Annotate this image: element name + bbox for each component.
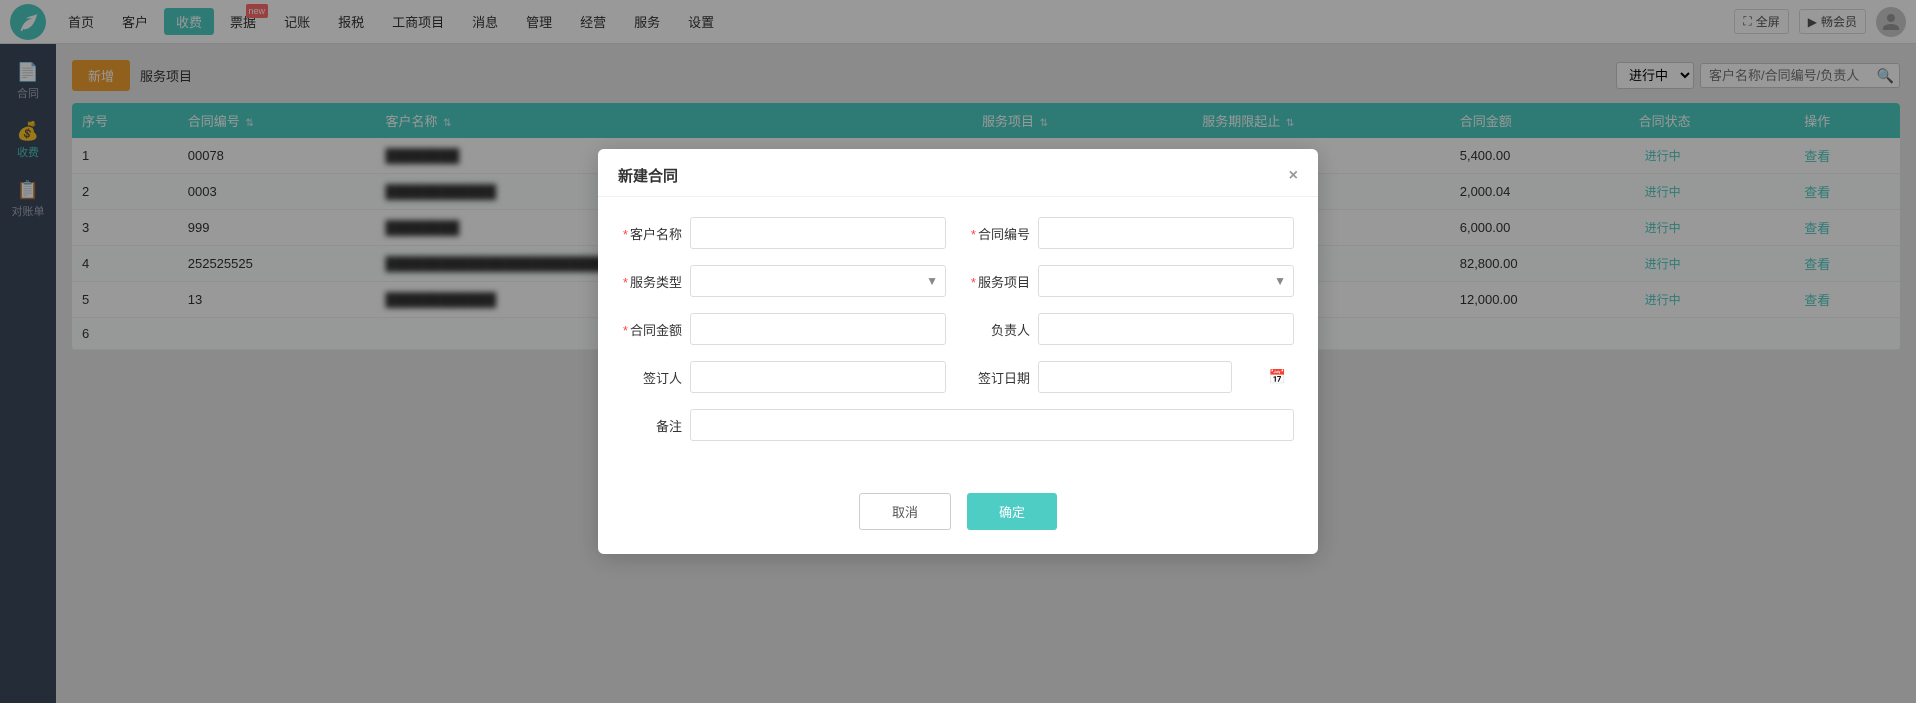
dialog-footer: 取消 确定	[598, 477, 1318, 554]
responsible-label: 负责人	[970, 320, 1030, 339]
amount-input[interactable]: 0.00	[690, 313, 946, 345]
form-row-1: *客户名称 *合同编号	[622, 217, 1294, 249]
required-star-3: *	[623, 275, 628, 290]
dialog-title: 新建合同	[618, 165, 678, 186]
confirm-button[interactable]: 确定	[967, 493, 1057, 530]
responsible-input[interactable]	[1038, 313, 1294, 345]
customer-name-label: *客户名称	[622, 224, 682, 243]
form-group-signer: 签订人	[622, 361, 946, 393]
calendar-icon[interactable]: 📅	[1269, 369, 1286, 386]
signer-label: 签订人	[622, 368, 682, 387]
signer-input[interactable]	[690, 361, 946, 393]
contract-no-input[interactable]	[1038, 217, 1294, 249]
amount-label: *合同金额	[622, 320, 682, 339]
modal-overlay[interactable]: 新建合同 × *客户名称 *合同编号	[0, 0, 1916, 703]
form-group-service-item: *服务项目 ▼	[970, 265, 1294, 297]
required-star-5: *	[623, 323, 628, 338]
notes-input[interactable]	[690, 409, 1294, 441]
new-contract-dialog: 新建合同 × *客户名称 *合同编号	[598, 149, 1318, 554]
contract-no-label: *合同编号	[970, 224, 1030, 243]
customer-name-input[interactable]	[690, 217, 946, 249]
service-item-select[interactable]	[1038, 265, 1294, 297]
form-row-4: 签订人 签订日期 2023-06-06 📅	[622, 361, 1294, 393]
form-row-5: 备注	[622, 409, 1294, 441]
dialog-close-button[interactable]: ×	[1289, 168, 1298, 184]
sign-date-label: 签订日期	[970, 368, 1030, 387]
service-item-label: *服务项目	[970, 272, 1030, 291]
service-item-select-wrap: ▼	[1038, 265, 1294, 297]
required-star-4: *	[971, 275, 976, 290]
form-row-2: *服务类型 ▼ *服务项目 ▼	[622, 265, 1294, 297]
dialog-body: *客户名称 *合同编号 *服务类型	[598, 197, 1318, 477]
required-star: *	[623, 227, 628, 242]
notes-label: 备注	[622, 416, 682, 435]
sign-date-input[interactable]: 2023-06-06	[1038, 361, 1232, 393]
cancel-button[interactable]: 取消	[859, 493, 951, 530]
form-group-notes: 备注	[622, 409, 1294, 441]
dialog-header: 新建合同 ×	[598, 149, 1318, 197]
form-group-amount: *合同金额 0.00	[622, 313, 946, 345]
form-group-sign-date: 签订日期 2023-06-06 📅	[970, 361, 1294, 393]
form-group-customer-name: *客户名称	[622, 217, 946, 249]
required-star-2: *	[971, 227, 976, 242]
sign-date-wrap: 2023-06-06 📅	[1038, 361, 1294, 393]
service-type-label: *服务类型	[622, 272, 682, 291]
form-group-contract-no: *合同编号	[970, 217, 1294, 249]
form-group-service-type: *服务类型 ▼	[622, 265, 946, 297]
service-type-select-wrap: ▼	[690, 265, 946, 297]
form-group-responsible: 负责人	[970, 313, 1294, 345]
form-row-3: *合同金额 0.00 负责人	[622, 313, 1294, 345]
service-type-select[interactable]	[690, 265, 946, 297]
